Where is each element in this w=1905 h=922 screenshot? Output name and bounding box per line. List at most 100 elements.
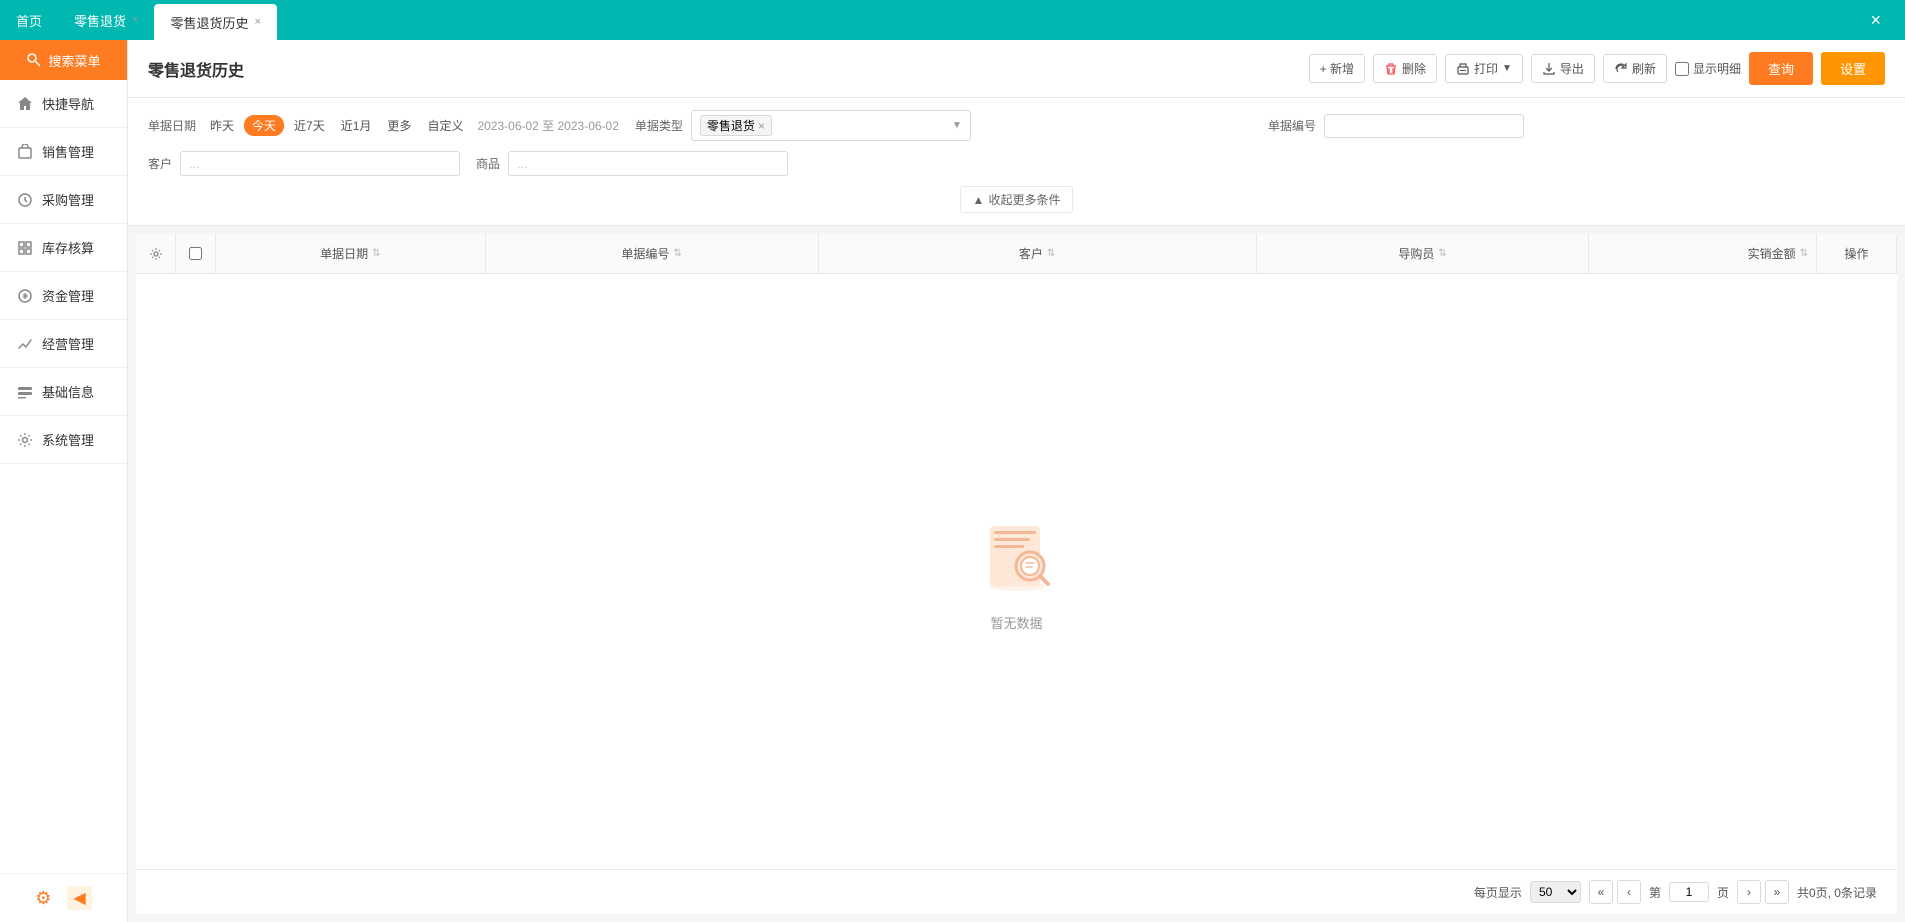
date-btn-1month[interactable]: 近1月	[335, 115, 378, 136]
col-amount-label: 实销金额	[1748, 245, 1796, 262]
page-next-button[interactable]: ›	[1737, 880, 1761, 904]
date-btn-today[interactable]: 今天	[244, 115, 284, 136]
date-btn-yesterday[interactable]: 昨天	[204, 115, 240, 136]
export-button-label: 导出	[1560, 60, 1584, 77]
table-col-guide[interactable]: 导购员 ⇅	[1257, 234, 1590, 273]
doc-type-tag-remove[interactable]: ×	[758, 119, 765, 133]
sidebar-item-quick-nav[interactable]: 快捷导航	[0, 80, 127, 128]
tab-retail-return-close[interactable]: ×	[132, 14, 138, 26]
customer-select[interactable]: ...	[180, 151, 460, 176]
doc-type-tag-label: 零售退货	[707, 117, 755, 134]
filter-row-2: 客户 ... 商品 ...	[148, 151, 1885, 176]
doc-type-tag: 零售退货 ×	[700, 115, 772, 136]
print-button[interactable]: 打印 ▼	[1445, 54, 1523, 83]
doc-no-filter-group: 单据编号	[1268, 114, 1885, 138]
doc-type-select[interactable]: 零售退货 × ▼	[691, 110, 971, 141]
date-btn-7days[interactable]: 近7天	[288, 115, 331, 136]
show-detail-checkbox-group: 显示明细	[1675, 60, 1741, 77]
export-button[interactable]: 导出	[1531, 54, 1595, 83]
sidebar-bottom: ⚙ ◀	[0, 873, 127, 922]
settings-button-label: 设置	[1840, 62, 1866, 77]
settings-button[interactable]: 设置	[1821, 52, 1885, 85]
collapse-row: ▲ 收起更多条件	[148, 186, 1885, 213]
page-title: 零售退货历史	[148, 57, 244, 81]
doc-no-label: 单据编号	[1268, 117, 1316, 134]
sidebar-item-system[interactable]: 系统管理	[0, 416, 127, 464]
delete-button[interactable]: 删除	[1373, 54, 1437, 83]
page-size-label: 每页显示	[1474, 884, 1522, 901]
refresh-icon	[1614, 62, 1628, 76]
show-detail-checkbox[interactable]	[1675, 62, 1689, 76]
collapse-button-label: 收起更多条件	[988, 191, 1060, 208]
sidebar: 搜索菜单 快捷导航 销售管理 采购管理 库存核算	[0, 40, 128, 922]
home-icon	[16, 95, 34, 113]
sidebar-collapse-icon[interactable]: ◀	[67, 886, 91, 910]
table-col-customer[interactable]: 客户 ⇅	[819, 234, 1257, 273]
table-col-settings[interactable]	[136, 234, 176, 273]
doc-type-dropdown-icon: ▼	[952, 120, 962, 131]
goods-select[interactable]: ...	[508, 151, 788, 176]
sidebar-item-operation-label: 经营管理	[42, 334, 94, 353]
refresh-button-label: 刷新	[1632, 60, 1656, 77]
table-select-all-checkbox[interactable]	[189, 247, 202, 260]
empty-state: 暂无数据	[136, 274, 1897, 869]
customer-placeholder: ...	[189, 156, 200, 171]
top-bar-right: ×	[1862, 10, 1905, 31]
sidebar-settings-icon[interactable]: ⚙	[35, 888, 51, 909]
col-docno-sort: ⇅	[673, 248, 681, 259]
table-col-amount[interactable]: 实销金额 ⇅	[1589, 234, 1817, 273]
tab-retail-return-history[interactable]: 零售退货历史 ×	[154, 4, 276, 40]
empty-state-icon	[972, 511, 1062, 601]
window-close-button[interactable]: ×	[1862, 10, 1889, 31]
col-date-label: 单据日期	[320, 245, 368, 262]
add-button[interactable]: + 新增	[1309, 54, 1365, 83]
show-detail-label: 显示明细	[1693, 60, 1741, 77]
date-btn-custom[interactable]: 自定义	[421, 115, 469, 136]
main-layout: 搜索菜单 快捷导航 销售管理 采购管理 库存核算	[0, 40, 1905, 922]
doc-no-input[interactable]	[1324, 114, 1524, 138]
print-dropdown-icon: ▼	[1502, 63, 1512, 74]
print-button-label: 打印	[1474, 60, 1498, 77]
page-first-button[interactable]: «	[1589, 880, 1613, 904]
page-size-select[interactable]: 50 100 200	[1530, 881, 1581, 903]
date-label: 单据日期	[148, 117, 196, 134]
date-btn-more[interactable]: 更多	[381, 115, 417, 136]
sidebar-item-basic[interactable]: 基础信息	[0, 368, 127, 416]
goods-placeholder: ...	[517, 156, 528, 171]
goods-filter-group: 商品 ...	[476, 151, 788, 176]
table-col-ops: 操作	[1817, 234, 1897, 273]
refresh-button[interactable]: 刷新	[1603, 54, 1667, 83]
date-range-display: 2023-06-02 至 2023-06-02	[477, 117, 618, 134]
page-number-input[interactable]	[1669, 882, 1709, 902]
page-label: 页	[1717, 884, 1729, 901]
col-customer-sort: ⇅	[1047, 248, 1055, 259]
tab-retail-return-history-close[interactable]: ×	[254, 16, 260, 28]
sidebar-item-operation[interactable]: 经营管理	[0, 320, 127, 368]
query-button-label: 查询	[1768, 62, 1794, 77]
table-settings-icon	[149, 247, 163, 261]
col-date-sort: ⇅	[372, 248, 380, 259]
table-col-docno[interactable]: 单据编号 ⇅	[486, 234, 819, 273]
tab-retail-return[interactable]: 零售退货 ×	[58, 0, 154, 40]
sidebar-item-finance[interactable]: 资金管理	[0, 272, 127, 320]
sidebar-item-quick-nav-label: 快捷导航	[42, 94, 94, 113]
basic-icon	[16, 383, 34, 401]
col-guide-label: 导购员	[1398, 245, 1434, 262]
page-word: 第	[1649, 884, 1661, 901]
sidebar-item-system-label: 系统管理	[42, 430, 94, 449]
goods-label: 商品	[476, 155, 500, 172]
tab-home[interactable]: 首页	[0, 0, 58, 40]
page-prev-button[interactable]: ‹	[1617, 880, 1641, 904]
table-col-date[interactable]: 单据日期 ⇅	[216, 234, 486, 273]
table-col-checkbox[interactable]	[176, 234, 216, 273]
collapse-up-icon: ▲	[973, 193, 985, 207]
sidebar-item-inventory[interactable]: 库存核算	[0, 224, 127, 272]
sidebar-item-purchase[interactable]: 采购管理	[0, 176, 127, 224]
sidebar-item-inventory-label: 库存核算	[42, 238, 94, 257]
sidebar-search[interactable]: 搜索菜单	[0, 40, 127, 80]
sidebar-item-sales[interactable]: 销售管理	[0, 128, 127, 176]
collapse-button[interactable]: ▲ 收起更多条件	[960, 186, 1074, 213]
page-last-button[interactable]: »	[1765, 880, 1789, 904]
query-button[interactable]: 查询	[1749, 52, 1813, 85]
tab-home-label: 首页	[16, 11, 42, 30]
